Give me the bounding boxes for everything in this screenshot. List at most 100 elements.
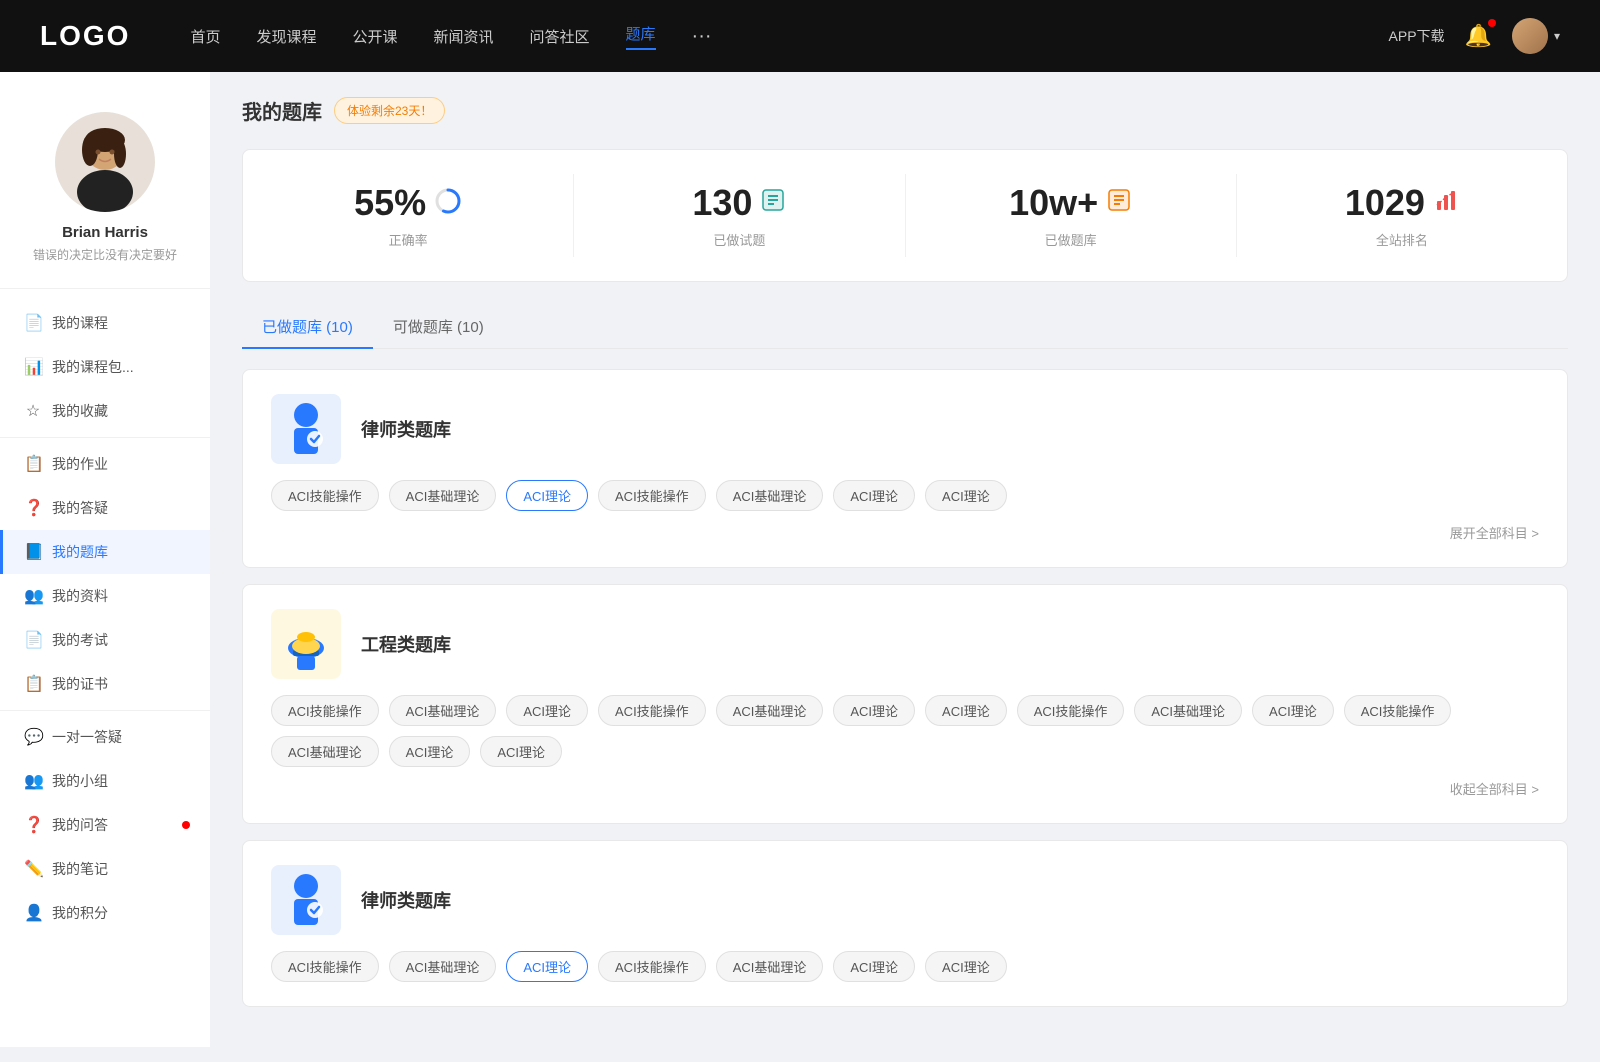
tag[interactable]: ACI技能操作	[598, 480, 706, 511]
stat-accuracy-label: 正确率	[389, 230, 428, 249]
tag[interactable]: ACI理论	[925, 951, 1007, 982]
tag-active[interactable]: ACI理论	[506, 951, 588, 982]
app-download-button[interactable]: APP下载	[1389, 26, 1445, 46]
header-right: APP下载 🔔 ▾	[1389, 18, 1560, 54]
bar-chart-icon	[1433, 187, 1459, 219]
bank-title-engineer: 工程类题库	[361, 631, 451, 657]
tag[interactable]: ACI理论	[925, 480, 1007, 511]
bank-footer-engineer: 收起全部科目 >	[271, 779, 1539, 799]
stat-rank-value: 1029	[1345, 182, 1425, 224]
notification-badge	[1488, 19, 1496, 27]
tag[interactable]: ACI基础理论	[716, 695, 824, 726]
tag[interactable]: ACI技能操作	[1017, 695, 1125, 726]
sidebar-item-one-on-one[interactable]: 💬 一对一答疑	[0, 715, 210, 759]
tag[interactable]: ACI基础理论	[716, 480, 824, 511]
sidebar-item-question-bank[interactable]: 📘 我的题库	[0, 530, 210, 574]
stat-rank-top: 1029	[1345, 182, 1459, 224]
stat-rank-label: 全站排名	[1376, 230, 1428, 249]
stat-accuracy-value: 55%	[354, 182, 426, 224]
tag[interactable]: ACI技能操作	[271, 480, 379, 511]
tab-available-banks[interactable]: 可做题库 (10)	[373, 306, 504, 349]
tabs: 已做题库 (10) 可做题库 (10)	[242, 306, 1568, 349]
username: Brian Harris	[20, 224, 190, 241]
nav-qa[interactable]: 问答社区	[530, 26, 590, 47]
sidebar-item-qa-answer[interactable]: ❓ 我的答疑	[0, 486, 210, 530]
tab-done-banks[interactable]: 已做题库 (10)	[242, 306, 373, 349]
tag-active[interactable]: ACI理论	[506, 480, 588, 511]
tag[interactable]: ACI理论	[833, 480, 915, 511]
nav-more[interactable]: ···	[692, 25, 712, 48]
nav-discover[interactable]: 发现课程	[256, 26, 316, 47]
tag[interactable]: ACI理论	[925, 695, 1007, 726]
sidebar-item-label: 我的问答	[52, 815, 108, 835]
sidebar-item-course-package[interactable]: 📊 我的课程包...	[0, 345, 210, 389]
user-avatar-header[interactable]: ▾	[1512, 18, 1560, 54]
stat-accuracy-top: 55%	[354, 182, 462, 224]
trial-badge: 体验剩余23天！	[334, 97, 445, 124]
notification-bell[interactable]: 🔔	[1465, 23, 1492, 49]
nav-home[interactable]: 首页	[190, 26, 220, 47]
stat-banks-value: 10w+	[1009, 182, 1098, 224]
bank-icon: 📘	[24, 542, 42, 562]
tag[interactable]: ACI基础理论	[271, 736, 379, 767]
main-nav: 首页 发现课程 公开课 新闻资讯 问答社区 题库 ···	[190, 23, 1388, 50]
sidebar-item-label: 我的资料	[52, 586, 108, 606]
sidebar-item-exam[interactable]: 📄 我的考试	[0, 618, 210, 662]
tag[interactable]: ACI理论	[1252, 695, 1334, 726]
sidebar-item-certificate[interactable]: 📋 我的证书	[0, 662, 210, 706]
collapse-link[interactable]: 收起全部科目 >	[1450, 782, 1539, 797]
tag[interactable]: ACI技能操作	[1344, 695, 1452, 726]
tag[interactable]: ACI技能操作	[598, 695, 706, 726]
stats-row: 55% 正确率 130	[242, 149, 1568, 282]
sidebar-item-label: 我的作业	[52, 454, 108, 474]
user-profile: Brian Harris 错误的决定比没有决定要好	[0, 96, 210, 289]
sidebar-item-label: 一对一答疑	[52, 727, 122, 747]
tag[interactable]: ACI技能操作	[271, 951, 379, 982]
tag[interactable]: ACI理论	[389, 736, 471, 767]
list-green-icon	[760, 187, 786, 219]
page-title: 我的题库	[242, 96, 322, 125]
sidebar-item-points[interactable]: 👤 我的积分	[0, 891, 210, 935]
tag[interactable]: ACI基础理论	[389, 695, 497, 726]
tag[interactable]: ACI理论	[833, 951, 915, 982]
bank-section-lawyer-2: 律师类题库 ACI技能操作 ACI基础理论 ACI理论 ACI技能操作 ACI基…	[242, 840, 1568, 1007]
nav-exam[interactable]: 题库	[626, 23, 656, 50]
sidebar-item-label: 我的积分	[52, 903, 108, 923]
qa-icon: ❓	[24, 498, 42, 518]
menu-divider-1	[0, 437, 210, 438]
tag[interactable]: ACI技能操作	[598, 951, 706, 982]
tag[interactable]: ACI基础理论	[389, 951, 497, 982]
tag[interactable]: ACI技能操作	[271, 695, 379, 726]
tag[interactable]: ACI基础理论	[716, 951, 824, 982]
bank-tags-lawyer-2: ACI技能操作 ACI基础理论 ACI理论 ACI技能操作 ACI基础理论 AC…	[271, 951, 1539, 982]
sidebar-item-profile[interactable]: 👥 我的资料	[0, 574, 210, 618]
nav-open-course[interactable]: 公开课	[352, 26, 397, 47]
sidebar-item-homework[interactable]: 📋 我的作业	[0, 442, 210, 486]
sidebar-item-label: 我的题库	[52, 542, 108, 562]
sidebar-item-my-course[interactable]: 📄 我的课程	[0, 301, 210, 345]
bank-icon-lawyer-2	[271, 865, 341, 935]
tag[interactable]: ACI理论	[506, 695, 588, 726]
main-content: 我的题库 体验剩余23天！ 55% 正确率 13	[210, 72, 1600, 1047]
stat-banks-top: 10w+	[1009, 182, 1132, 224]
user-motto: 错误的决定比没有决定要好	[20, 247, 190, 264]
sidebar-item-group[interactable]: 👥 我的小组	[0, 759, 210, 803]
sidebar-item-notes[interactable]: ✏️ 我的笔记	[0, 847, 210, 891]
sidebar-item-favorites[interactable]: ☆ 我的收藏	[0, 389, 210, 433]
bank-tags-lawyer-1: ACI技能操作 ACI基础理论 ACI理论 ACI技能操作 ACI基础理论 AC…	[271, 480, 1539, 511]
tag[interactable]: ACI基础理论	[1134, 695, 1242, 726]
bank-section-engineer: 工程类题库 ACI技能操作 ACI基础理论 ACI理论 ACI技能操作 ACI基…	[242, 584, 1568, 824]
sidebar-menu: 📄 我的课程 📊 我的课程包... ☆ 我的收藏 📋 我的作业 ❓ 我的答疑 �	[0, 289, 210, 947]
sidebar-item-label: 我的答疑	[52, 498, 108, 518]
tag[interactable]: ACI基础理论	[389, 480, 497, 511]
expand-link[interactable]: 展开全部科目 >	[1450, 526, 1539, 541]
tag[interactable]: ACI理论	[833, 695, 915, 726]
nav-news[interactable]: 新闻资讯	[434, 26, 494, 47]
stat-banks-label: 已做题库	[1045, 230, 1097, 249]
sidebar-item-label: 我的小组	[52, 771, 108, 791]
stat-done-value: 130	[692, 182, 752, 224]
tag[interactable]: ACI理论	[480, 736, 562, 767]
sidebar-item-my-qa[interactable]: ❓ 我的问答	[0, 803, 210, 847]
points-icon: 👤	[24, 903, 42, 923]
sidebar-item-label: 我的课程包...	[52, 357, 134, 377]
